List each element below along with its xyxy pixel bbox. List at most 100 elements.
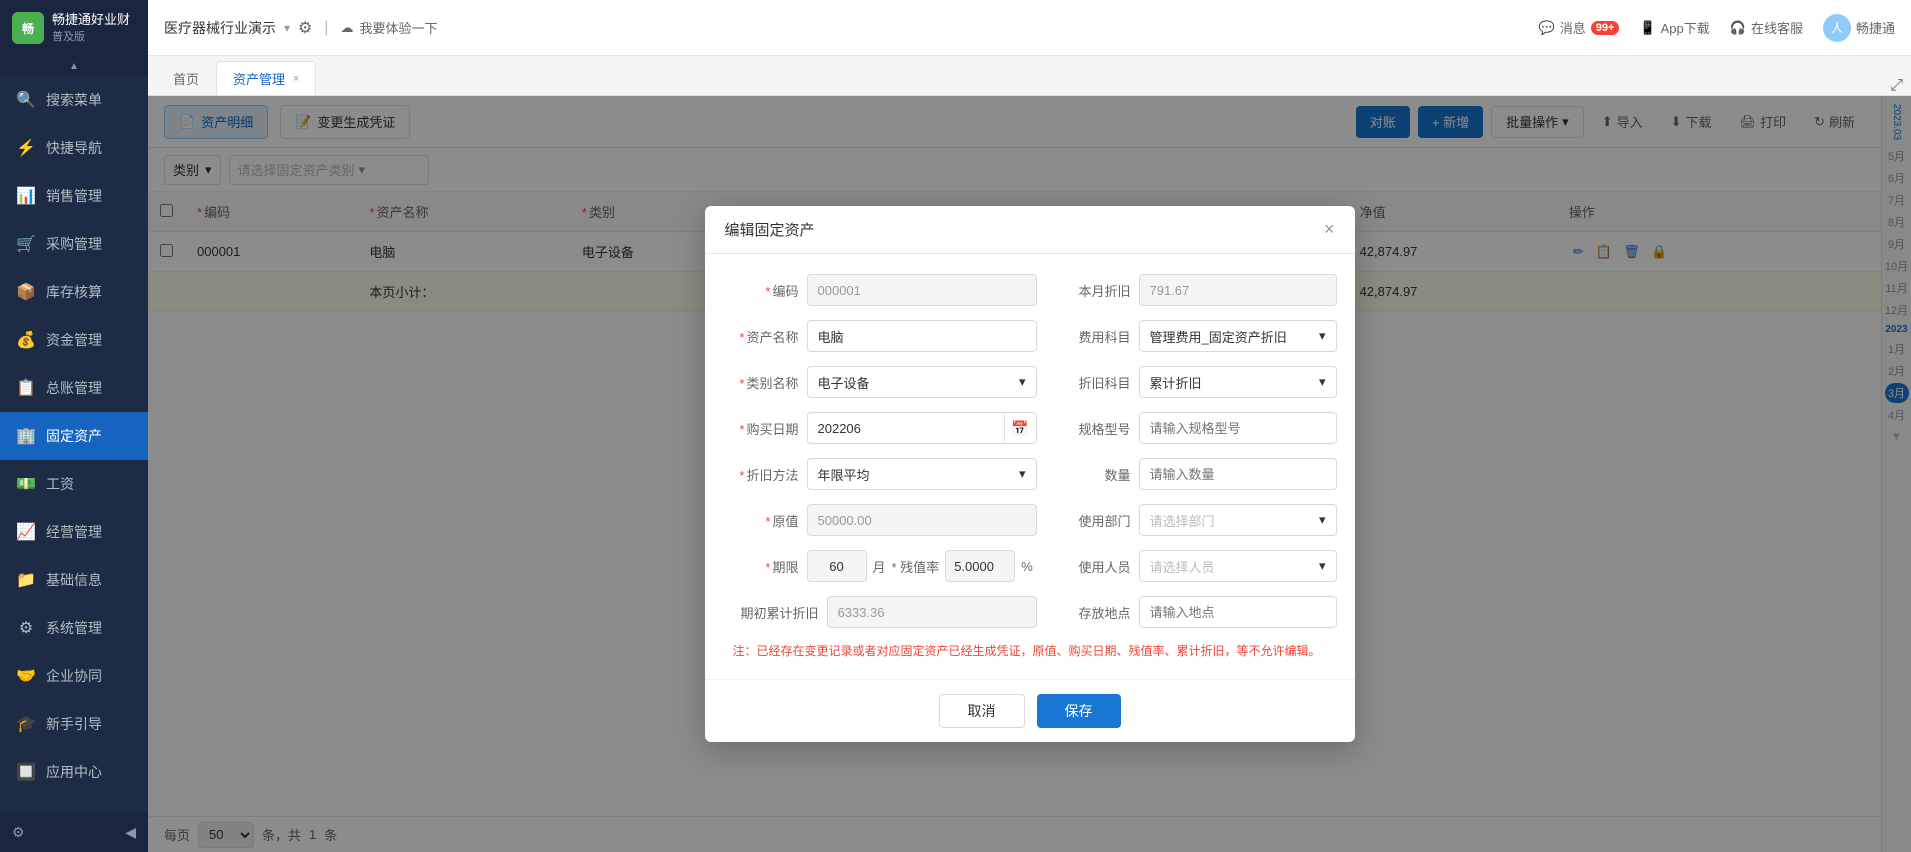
- sidebar-item-ledger[interactable]: 📋 总账管理: [0, 364, 148, 412]
- experience-btn[interactable]: ☁ 我要体验一下: [341, 18, 438, 37]
- location-label: 存放地点: [1061, 603, 1131, 622]
- purchase-date-input[interactable]: [808, 413, 1004, 443]
- spec-input[interactable]: [1139, 412, 1337, 444]
- sidebar-item-sales[interactable]: 📊 销售管理: [0, 172, 148, 220]
- sidebar-item-apps[interactable]: 🔲 应用中心: [0, 748, 148, 796]
- sidebar-item-label: 搜索菜单: [46, 90, 102, 110]
- inventory-icon: 📦: [16, 282, 36, 302]
- dep-subject-select[interactable]: 累计折旧 ▾: [1139, 366, 1337, 398]
- monthly-dep-input[interactable]: [1139, 274, 1337, 306]
- sidebar-scroll-up[interactable]: ▲: [0, 56, 148, 76]
- sidebar-item-basic[interactable]: 📁 基础信息: [0, 556, 148, 604]
- original-value-input[interactable]: [807, 504, 1037, 536]
- period-residual-row: *期限 月 * 残值率 %: [729, 550, 1037, 582]
- sidebar-item-capital[interactable]: 💰 资金管理: [0, 316, 148, 364]
- expense-subject-label: 费用科目: [1061, 327, 1131, 346]
- app-download-action[interactable]: 📱 App下载: [1639, 18, 1709, 37]
- person-select[interactable]: 请选择人员 ▾: [1139, 550, 1337, 582]
- basic-icon: 📁: [16, 570, 36, 590]
- category-select[interactable]: 电子设备 ▾: [807, 366, 1037, 398]
- tab-asset-mgmt[interactable]: 资产管理 ×: [216, 61, 316, 95]
- person-label: 使用人员: [1061, 557, 1131, 576]
- save-button[interactable]: 保存: [1037, 694, 1121, 728]
- sidebar-item-newbie[interactable]: 🎓 新手引导: [0, 700, 148, 748]
- original-value-row: *原值: [729, 504, 1037, 536]
- location-input[interactable]: [1139, 596, 1337, 628]
- cancel-button[interactable]: 取消: [939, 694, 1025, 728]
- sidebar-item-label: 库存核算: [46, 282, 102, 302]
- fixed-icon: 🏢: [16, 426, 36, 446]
- ops-icon: 📈: [16, 522, 36, 542]
- industry-dropdown-icon[interactable]: ▾: [284, 21, 290, 35]
- sidebar-item-wage[interactable]: 💵 工资: [0, 460, 148, 508]
- sidebar-item-label: 应用中心: [46, 762, 102, 782]
- apps-icon: 🔲: [16, 762, 36, 782]
- dep-subject-dropdown-icon: ▾: [1319, 374, 1326, 390]
- department-select[interactable]: 请选择部门 ▾: [1139, 504, 1337, 536]
- expense-subject-dropdown-icon: ▾: [1319, 328, 1326, 344]
- sidebar: 畅 畅捷通好业财 普及版 ▲ 🔍 搜索菜单 ⚡ 快捷导航 📊 销售管理 🛒 采购…: [0, 0, 148, 852]
- residual-rate-input[interactable]: [945, 550, 1015, 582]
- sidebar-logo: 畅 畅捷通好业财 普及版: [0, 0, 148, 56]
- coop-icon: 🤝: [16, 666, 36, 686]
- tabbar-window-icon[interactable]: ⤢: [1890, 77, 1903, 95]
- sidebar-item-label: 采购管理: [46, 234, 102, 254]
- purchase-icon: 🛒: [16, 234, 36, 254]
- quantity-label: 数量: [1061, 465, 1131, 484]
- logo-sub: 普及版: [52, 28, 130, 44]
- original-value-label: *原值: [729, 511, 799, 530]
- spec-label: 规格型号: [1061, 419, 1131, 438]
- sidebar-item-inventory[interactable]: 📦 库存核算: [0, 268, 148, 316]
- sidebar-item-label: 经营管理: [46, 522, 102, 542]
- capital-icon: 💰: [16, 330, 36, 350]
- calendar-icon[interactable]: 📅: [1004, 413, 1036, 443]
- dialog-note: 注：已经存在变更记录或者对应固定资产已经生成凭证，原值、购买日期、残值率、累计折…: [729, 642, 1331, 659]
- sales-icon: 📊: [16, 186, 36, 206]
- newbie-icon: 🎓: [16, 714, 36, 734]
- dialog-close-button[interactable]: ×: [1324, 219, 1335, 240]
- code-input[interactable]: [807, 274, 1037, 306]
- topbar-left: 医疗器械行业演示 ▾ ⚙ | ☁ 我要体验一下: [164, 18, 438, 38]
- sidebar-item-label: 固定资产: [46, 426, 102, 446]
- location-row: 存放地点: [1061, 596, 1337, 628]
- asset-name-input[interactable]: [807, 320, 1037, 352]
- ledger-icon: 📋: [16, 378, 36, 398]
- sidebar-item-label: 工资: [46, 474, 74, 494]
- period-label: *期限: [729, 557, 799, 576]
- logo-text: 畅捷通好业财: [52, 12, 130, 28]
- sidebar-item-fixed[interactable]: 🏢 固定资产: [0, 412, 148, 460]
- sidebar-item-coop[interactable]: 🤝 企业协同: [0, 652, 148, 700]
- sidebar-item-system[interactable]: ⚙ 系统管理: [0, 604, 148, 652]
- sidebar-item-quicknav[interactable]: ⚡ 快捷导航: [0, 124, 148, 172]
- settings-bottom-icon[interactable]: ⚙: [12, 824, 25, 841]
- initial-dep-label: 期初累计折旧: [729, 603, 819, 622]
- tab-close-icon[interactable]: ×: [293, 73, 299, 85]
- initial-dep-input[interactable]: [827, 596, 1037, 628]
- modal-overlay: 编辑固定资产 × *编码 本月折旧: [148, 96, 1911, 852]
- tab-home[interactable]: 首页: [156, 61, 216, 95]
- monthly-dep-row: 本月折旧: [1061, 274, 1337, 306]
- sidebar-item-ops[interactable]: 📈 经营管理: [0, 508, 148, 556]
- dep-method-select[interactable]: 年限平均 ▾: [807, 458, 1037, 490]
- message-badge: 99+: [1591, 21, 1620, 35]
- message-icon: 💬: [1539, 20, 1555, 36]
- service-action[interactable]: 🎧 在线客服: [1730, 18, 1803, 37]
- collapse-icon[interactable]: ◀: [125, 824, 136, 841]
- system-icon: ⚙: [16, 618, 36, 638]
- sidebar-item-label: 总账管理: [46, 378, 102, 398]
- settings-icon[interactable]: ⚙: [298, 18, 312, 38]
- message-action[interactable]: 💬 消息 99+: [1539, 18, 1620, 37]
- sidebar-item-search[interactable]: 🔍 搜索菜单: [0, 76, 148, 124]
- expense-subject-row: 费用科目 管理费用_固定资产折旧 ▾: [1061, 320, 1337, 352]
- user-action[interactable]: 人 畅捷通: [1823, 14, 1895, 42]
- dialog-footer: 取消 保存: [705, 679, 1355, 742]
- quantity-input[interactable]: [1139, 458, 1337, 490]
- period-input[interactable]: [807, 550, 867, 582]
- person-dropdown-icon: ▾: [1319, 558, 1326, 574]
- expense-subject-select[interactable]: 管理费用_固定资产折旧 ▾: [1139, 320, 1337, 352]
- spec-row: 规格型号: [1061, 412, 1337, 444]
- initial-dep-row: 期初累计折旧: [729, 596, 1037, 628]
- sidebar-item-label: 销售管理: [46, 186, 102, 206]
- sidebar-menu: 🔍 搜索菜单 ⚡ 快捷导航 📊 销售管理 🛒 采购管理 📦 库存核算 💰 资金管…: [0, 76, 148, 812]
- sidebar-item-purchase[interactable]: 🛒 采购管理: [0, 220, 148, 268]
